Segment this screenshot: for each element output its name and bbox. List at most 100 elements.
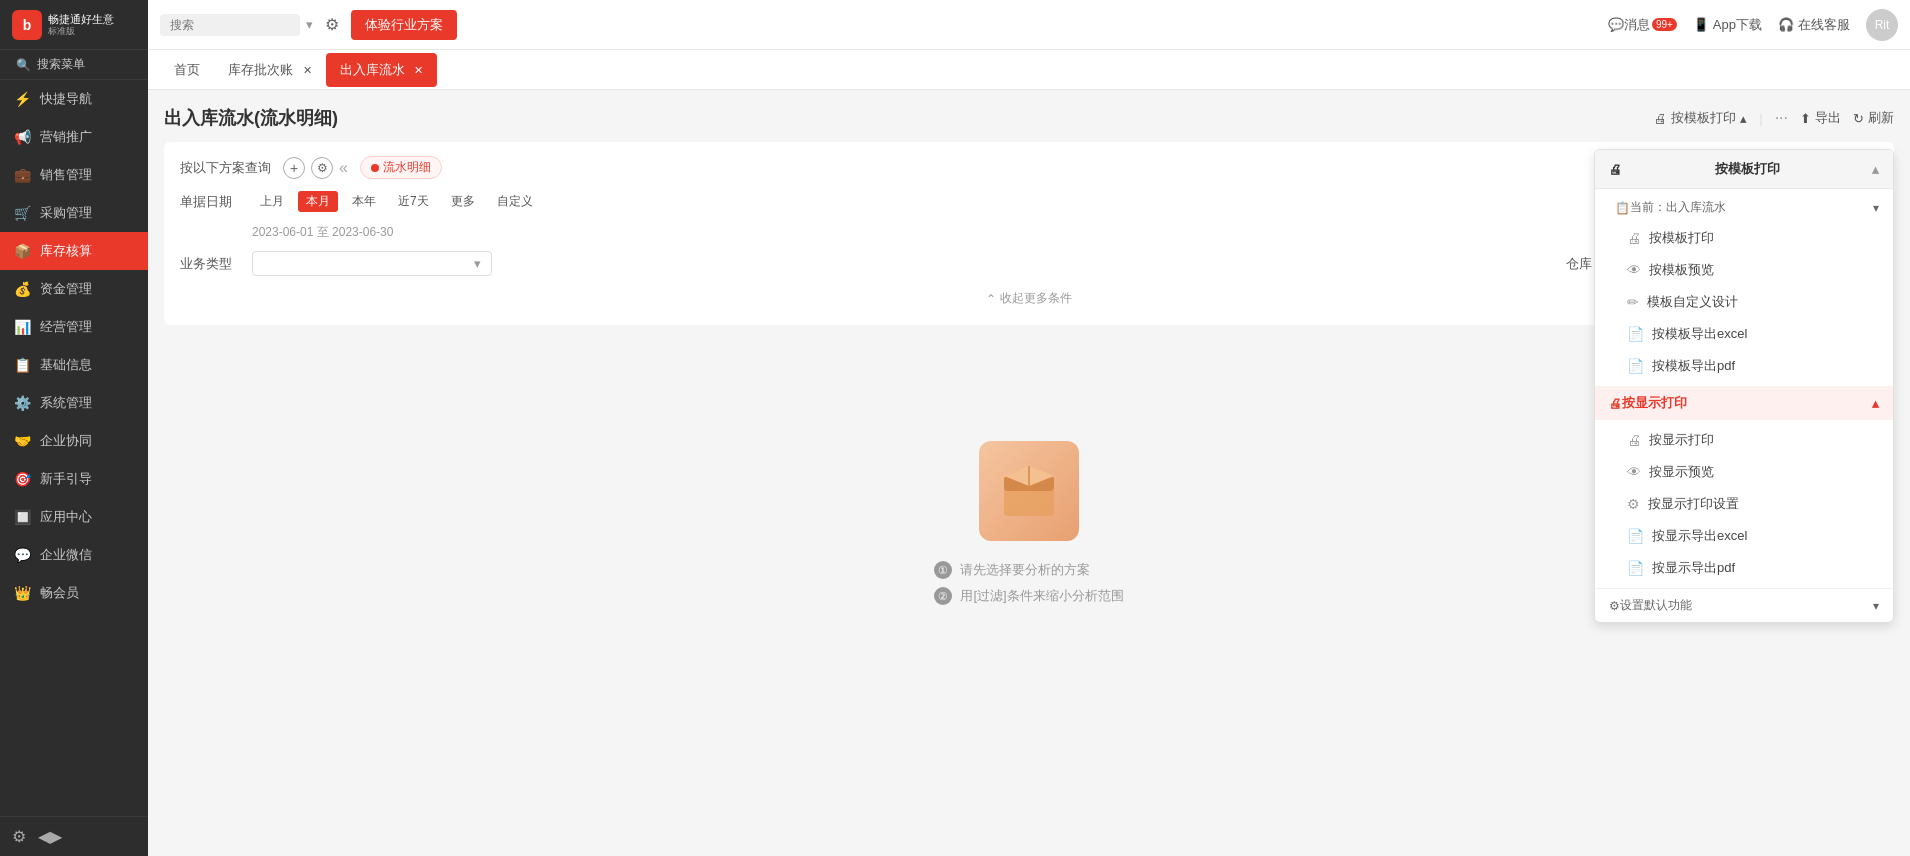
filter-add-button[interactable]: + bbox=[283, 157, 305, 179]
gear-icon[interactable]: ⚙ bbox=[325, 15, 339, 34]
tab-flow-close-icon[interactable]: ✕ bbox=[414, 64, 423, 76]
sidebar-item-basic[interactable]: 📋 基础信息 bbox=[0, 346, 148, 384]
filter-gear-button[interactable]: ⚙ bbox=[311, 157, 333, 179]
collapse-sidebar-icon[interactable]: ◀▶ bbox=[38, 827, 62, 846]
date-curr-month[interactable]: 本月 bbox=[298, 191, 338, 212]
page-header: 出入库流水(流水明细) 🖨 按模板打印 ▴ | ··· ⬆ 导出 ↻ 刷新 bbox=[164, 106, 1894, 130]
chevron-down-icon[interactable]: ▾ bbox=[306, 17, 313, 32]
sidebar-nav: ⚡ 快捷导航📢 营销推广💼 销售管理🛒 采购管理📦 库存核算💰 资金管理📊 经营… bbox=[0, 80, 148, 816]
industry-btn[interactable]: 体验行业方案 bbox=[351, 10, 457, 40]
dropdown-template-custom[interactable]: ✏ 模板自定义设计 bbox=[1595, 286, 1893, 318]
sidebar-item-guide[interactable]: 🎯 新手引导 bbox=[0, 460, 148, 498]
date-curr-year[interactable]: 本年 bbox=[344, 191, 384, 212]
sidebar-item-label: 经营管理 bbox=[40, 318, 92, 336]
search-menu-item[interactable]: 🔍 搜索菜单 bbox=[0, 50, 148, 80]
printer-icon: 🖨 bbox=[1654, 111, 1667, 126]
dropdown-display-excel[interactable]: 📄 按显示导出excel bbox=[1595, 520, 1893, 552]
sidebar-item-marketing[interactable]: 📢 营销推广 bbox=[0, 118, 148, 156]
export-button[interactable]: ⬆ 导出 bbox=[1800, 109, 1841, 127]
sales-icon: 💼 bbox=[12, 167, 32, 183]
filter-action-buttons: + ⚙ « bbox=[283, 157, 348, 179]
dropdown-display-preview[interactable]: 👁 按显示预览 bbox=[1595, 456, 1893, 488]
app-download-button[interactable]: 📱 App下载 bbox=[1693, 16, 1762, 34]
edit-icon: ✏ bbox=[1627, 294, 1639, 310]
upload-icon: ⬆ bbox=[1800, 111, 1811, 126]
search-icon: 🔍 bbox=[16, 58, 31, 72]
empty-steps-list: ① 请先选择要分析的方案 ② 用[过滤]条件来缩小分析范围 bbox=[934, 561, 1123, 613]
user-avatar[interactable]: Rit bbox=[1866, 9, 1898, 41]
dropdown-collapse-icon[interactable]: ▴ bbox=[1872, 162, 1879, 177]
sidebar-item-label: 畅会员 bbox=[40, 584, 79, 602]
date-label: 单据日期 bbox=[180, 193, 240, 211]
sidebar-item-finance[interactable]: 💰 资金管理 bbox=[0, 270, 148, 308]
sidebar-item-operation[interactable]: 📊 经营管理 bbox=[0, 308, 148, 346]
app-logo-icon: b bbox=[12, 10, 42, 40]
dropdown-display-section[interactable]: 🖨 按显示打印 ▴ bbox=[1595, 386, 1893, 420]
sidebar-item-weixin[interactable]: 💬 企业微信 bbox=[0, 536, 148, 574]
message-button[interactable]: 💬 消息 99+ bbox=[1608, 16, 1677, 34]
dropdown-template-pdf[interactable]: 📄 按模板导出pdf bbox=[1595, 350, 1893, 382]
biz-type-select[interactable]: ▾ bbox=[252, 251, 492, 276]
date-last7[interactable]: 近7天 bbox=[390, 191, 437, 212]
print-button[interactable]: 🖨 按模板打印 ▴ bbox=[1654, 109, 1747, 127]
sidebar-item-quick-nav[interactable]: ⚡ 快捷导航 bbox=[0, 80, 148, 118]
sidebar-item-sales[interactable]: 💼 销售管理 bbox=[0, 156, 148, 194]
tab-flow[interactable]: 出入库流水 ✕ bbox=[326, 53, 438, 87]
dropdown-display-pdf[interactable]: 📄 按显示导出pdf bbox=[1595, 552, 1893, 584]
template-icon: 📋 bbox=[1615, 201, 1630, 215]
dropdown-template-print[interactable]: 🖨 按模板打印 bbox=[1595, 222, 1893, 254]
online-service-button[interactable]: 🎧 在线客服 bbox=[1778, 16, 1850, 34]
member-icon: 👑 bbox=[12, 585, 32, 601]
date-more[interactable]: 更多 bbox=[443, 191, 483, 212]
preview-icon: 👁 bbox=[1627, 262, 1641, 278]
page-title: 出入库流水(流水明细) bbox=[164, 106, 338, 130]
more-options-button[interactable]: ··· bbox=[1775, 109, 1788, 127]
filter-tag-dot bbox=[371, 164, 379, 172]
pdf-icon-2: 📄 bbox=[1627, 560, 1644, 576]
dropdown-display-group: 🖨 按显示打印 👁 按显示预览 ⚙ 按显示打印设置 📄 bbox=[1595, 420, 1893, 588]
message-icon: 💬 bbox=[1608, 17, 1624, 32]
box-svg bbox=[994, 456, 1064, 526]
date-filter-group: 上月 本月 本年 近7天 更多 自定义 bbox=[252, 191, 541, 212]
current-template-item[interactable]: 📋 当前：出入库流水 ▾ bbox=[1595, 193, 1893, 222]
chevron-up-collapse-icon: ⌃ bbox=[986, 292, 996, 306]
header-actions: 🖨 按模板打印 ▴ | ··· ⬆ 导出 ↻ 刷新 🖨 bbox=[1654, 109, 1894, 127]
date-prev-month[interactable]: 上月 bbox=[252, 191, 292, 212]
dropdown-template-preview[interactable]: 👁 按模板预览 bbox=[1595, 254, 1893, 286]
filter-collapse-icon[interactable]: « bbox=[339, 159, 348, 177]
sidebar-item-label: 基础信息 bbox=[40, 356, 92, 374]
tab-home[interactable]: 首页 bbox=[160, 53, 214, 87]
sidebar-item-inventory[interactable]: 📦 库存核算 bbox=[0, 232, 148, 270]
search-input[interactable] bbox=[160, 14, 300, 36]
topbar-left: ▾ ⚙ 体验行业方案 bbox=[160, 10, 1608, 40]
sidebar-item-collab[interactable]: 🤝 企业协同 bbox=[0, 422, 148, 460]
sidebar-item-label: 快捷导航 bbox=[40, 90, 92, 108]
sidebar-item-label: 应用中心 bbox=[40, 508, 92, 526]
dropdown-template-excel[interactable]: 📄 按模板导出excel bbox=[1595, 318, 1893, 350]
filter-title: 按以下方案查询 bbox=[180, 159, 271, 177]
sidebar-item-appcenter[interactable]: 🔲 应用中心 bbox=[0, 498, 148, 536]
sidebar-item-system[interactable]: ⚙️ 系统管理 bbox=[0, 384, 148, 422]
sidebar-item-purchase[interactable]: 🛒 采购管理 bbox=[0, 194, 148, 232]
refresh-button[interactable]: ↻ 刷新 bbox=[1853, 109, 1894, 127]
dropdown-display-print[interactable]: 🖨 按显示打印 bbox=[1595, 424, 1893, 456]
basic-icon: 📋 bbox=[12, 357, 32, 373]
settings-icon[interactable]: ⚙ bbox=[12, 827, 26, 846]
dropdown-template-group: 📋 当前：出入库流水 ▾ 🖨 按模板打印 👁 按模板预览 bbox=[1595, 189, 1893, 386]
step2-num: ② bbox=[934, 587, 952, 605]
main-area: ▾ ⚙ 体验行业方案 💬 消息 99+ 📱 App下载 🎧 在线客服 Rit bbox=[148, 0, 1910, 856]
dropdown-footer-settings[interactable]: ⚙ 设置默认功能 ▾ bbox=[1595, 588, 1893, 622]
tab-batch-close-icon[interactable]: ✕ bbox=[303, 64, 312, 76]
date-custom[interactable]: 自定义 bbox=[489, 191, 541, 212]
settings-default-icon: ⚙ bbox=[1609, 599, 1620, 613]
sidebar-item-label: 企业协同 bbox=[40, 432, 92, 450]
sidebar: b 畅捷通好生意 标准版 🔍 搜索菜单 ⚡ 快捷导航📢 营销推广💼 销售管理🛒 … bbox=[0, 0, 148, 856]
dropdown-display-settings[interactable]: ⚙ 按显示打印设置 bbox=[1595, 488, 1893, 520]
tab-batch[interactable]: 库存批次账 ✕ bbox=[214, 53, 326, 87]
sidebar-item-label: 库存核算 bbox=[40, 242, 92, 260]
sidebar-item-label: 采购管理 bbox=[40, 204, 92, 222]
biz-type-label: 业务类型 bbox=[180, 255, 240, 273]
settings-icon-2: ⚙ bbox=[1627, 496, 1640, 512]
biz-type-arrow-icon: ▾ bbox=[474, 256, 481, 271]
sidebar-item-member[interactable]: 👑 畅会员 bbox=[0, 574, 148, 612]
